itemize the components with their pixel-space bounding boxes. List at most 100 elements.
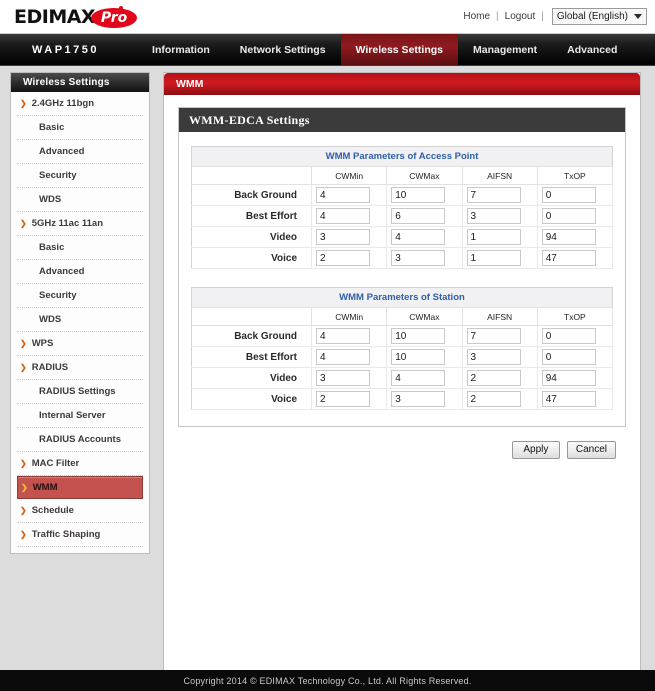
cell-sta-voice-cwmin	[310, 388, 388, 410]
language-select[interactable]: Global (English)	[551, 8, 647, 25]
link-separator-2: |	[541, 11, 544, 22]
sidebar-item-24ghz-wds[interactable]: WDS	[17, 188, 143, 211]
cell-sta-besteffort-cwmax	[386, 346, 463, 368]
input-ap-background-cwmax[interactable]	[391, 187, 446, 203]
sidebar-item-5ghz-11ac-11an[interactable]: ❯ 5GHz 11ac 11an	[17, 212, 143, 235]
cancel-button[interactable]: Cancel	[566, 441, 616, 459]
sidebar-item-24ghz-advanced[interactable]: Advanced	[17, 140, 143, 163]
sidebar-item-radius[interactable]: ❯ RADIUS	[17, 356, 143, 379]
input-sta-background-txop[interactable]	[541, 328, 596, 344]
sidebar-item-5ghz-basic[interactable]: Basic	[17, 236, 143, 259]
input-sta-voice-cwmin[interactable]	[316, 391, 370, 407]
input-ap-video-txop[interactable]	[541, 229, 596, 245]
input-sta-video-cwmax[interactable]	[391, 370, 446, 386]
nav-items: Information Network Settings Wireless Se…	[137, 34, 632, 65]
cell-ap-video-cwmin	[310, 226, 388, 248]
logout-link[interactable]: Logout	[503, 11, 538, 22]
sidebar-item-label: RADIUS Settings	[39, 386, 116, 397]
input-ap-background-aifsn[interactable]	[466, 187, 521, 203]
chevron-right-icon: ❯	[20, 362, 27, 372]
column-header-cwmin: CWMin	[310, 166, 388, 185]
sidebar-row: Basic	[17, 116, 143, 140]
tab-management[interactable]: Management	[458, 34, 552, 65]
tab-wireless-settings[interactable]: Wireless Settings	[340, 34, 458, 65]
input-ap-besteffort-cwmin[interactable]	[316, 208, 370, 224]
sidebar-item-label: Security	[39, 290, 77, 301]
sidebar-item-label: Basic	[39, 122, 65, 133]
sidebar-item-24ghz-security[interactable]: Security	[17, 164, 143, 187]
sidebar-row: Security	[17, 284, 143, 308]
input-ap-background-cwmin[interactable]	[316, 187, 370, 203]
input-sta-video-aifsn[interactable]	[466, 370, 521, 386]
wmm-station-table: WMM Parameters of Station CWMin CWMax AI…	[191, 287, 614, 410]
sidebar-row: RADIUS Accounts	[17, 428, 143, 452]
cell-ap-video-txop	[536, 226, 614, 248]
brand-pro-badge: Pro	[91, 5, 138, 29]
column-header-txop: TxOP	[536, 307, 614, 326]
input-ap-video-cwmin[interactable]	[316, 229, 370, 245]
cell-ap-background-cwmax	[386, 184, 463, 206]
sidebar-row: ❯ 2.4GHz 11bgn	[17, 92, 143, 116]
input-ap-voice-cwmax[interactable]	[391, 250, 446, 266]
row-label-video: Video	[191, 367, 312, 389]
input-sta-voice-cwmax[interactable]	[391, 391, 446, 407]
input-sta-background-aifsn[interactable]	[466, 328, 521, 344]
input-ap-video-aifsn[interactable]	[466, 229, 521, 245]
sidebar-row: RADIUS Settings	[17, 380, 143, 404]
sidebar-item-5ghz-advanced[interactable]: Advanced	[17, 260, 143, 283]
sidebar-item-schedule[interactable]: ❯ Schedule	[17, 499, 143, 522]
input-ap-besteffort-cwmax[interactable]	[391, 208, 446, 224]
input-ap-besteffort-aifsn[interactable]	[466, 208, 521, 224]
cell-sta-voice-cwmax	[386, 388, 463, 410]
input-ap-video-cwmax[interactable]	[391, 229, 446, 245]
sidebar-item-24ghz-11bgn[interactable]: ❯ 2.4GHz 11bgn	[17, 92, 143, 115]
input-sta-video-cwmin[interactable]	[316, 370, 370, 386]
row-label-video: Video	[191, 226, 312, 248]
input-ap-besteffort-txop[interactable]	[541, 208, 596, 224]
input-sta-voice-aifsn[interactable]	[466, 391, 521, 407]
tab-network-settings[interactable]: Network Settings	[225, 34, 341, 65]
main-navbar: WAP1750 Information Network Settings Wir…	[0, 34, 655, 66]
table-row: Voice	[191, 247, 614, 269]
sidebar-row: ❯ MAC Filter	[17, 452, 143, 476]
sidebar-row: ❯ Traffic Shaping	[17, 523, 143, 547]
sidebar-item-wps[interactable]: ❯ WPS	[17, 332, 143, 355]
sidebar-item-wmm[interactable]: ❯ WMM	[17, 476, 143, 499]
sidebar-item-label: Internal Server	[39, 410, 106, 421]
content-panel: WMM WMM-EDCA Settings WMM Parameters of …	[163, 72, 641, 691]
input-sta-background-cwmin[interactable]	[316, 328, 370, 344]
sidebar-item-radius-accounts[interactable]: RADIUS Accounts	[17, 428, 143, 451]
sidebar-item-radius-settings[interactable]: RADIUS Settings	[17, 380, 143, 403]
sidebar-item-5ghz-wds[interactable]: WDS	[17, 308, 143, 331]
input-sta-besteffort-cwmax[interactable]	[391, 349, 446, 365]
input-sta-besteffort-cwmin[interactable]	[316, 349, 370, 365]
sidebar-item-mac-filter[interactable]: ❯ MAC Filter	[17, 452, 143, 475]
sidebar-row: WDS	[17, 188, 143, 212]
input-ap-voice-aifsn[interactable]	[466, 250, 521, 266]
sidebar-item-5ghz-security[interactable]: Security	[17, 284, 143, 307]
column-header-txop: TxOP	[536, 166, 614, 185]
sidebar-item-label: RADIUS Accounts	[39, 434, 121, 445]
input-sta-background-cwmax[interactable]	[391, 328, 446, 344]
home-link[interactable]: Home	[461, 11, 492, 22]
sidebar-row: ❯ RADIUS	[17, 356, 143, 380]
sidebar-item-internal-server[interactable]: Internal Server	[17, 404, 143, 427]
input-ap-background-txop[interactable]	[541, 187, 596, 203]
input-sta-besteffort-aifsn[interactable]	[466, 349, 521, 365]
table-spacer	[191, 269, 613, 287]
brand-name: EDIMAX	[14, 5, 96, 28]
input-ap-voice-txop[interactable]	[541, 250, 596, 266]
input-sta-video-txop[interactable]	[541, 370, 596, 386]
tab-information[interactable]: Information	[137, 34, 225, 65]
table-header-row: CWMin CWMax AIFSN TxOP	[191, 307, 614, 326]
cell-ap-besteffort-aifsn	[461, 205, 538, 227]
input-sta-besteffort-txop[interactable]	[541, 349, 596, 365]
chevron-right-icon: ❯	[20, 529, 27, 539]
sidebar-item-traffic-shaping[interactable]: ❯ Traffic Shaping	[17, 523, 143, 546]
input-ap-voice-cwmin[interactable]	[316, 250, 370, 266]
tab-advanced[interactable]: Advanced	[552, 34, 632, 65]
sidebar-item-24ghz-basic[interactable]: Basic	[17, 116, 143, 139]
input-sta-voice-txop[interactable]	[541, 391, 596, 407]
apply-button[interactable]: Apply	[511, 441, 560, 459]
chevron-right-icon: ❯	[20, 458, 27, 468]
